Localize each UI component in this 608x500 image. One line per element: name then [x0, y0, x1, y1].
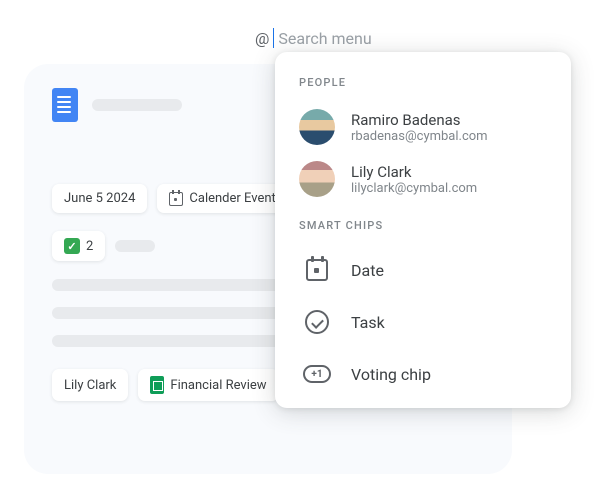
text-cursor [273, 28, 274, 48]
at-mention-input[interactable]: @ Search menu [255, 28, 372, 48]
date-chip-label: June 5 2024 [64, 191, 135, 206]
file-chip-label: Financial Review [170, 378, 266, 393]
google-docs-icon [52, 88, 78, 122]
people-item-lily[interactable]: Lily Clark lilyclark@cymbal.com [275, 153, 571, 205]
vote-chip[interactable]: ✓ 2 [52, 231, 105, 261]
title-skeleton [92, 99, 182, 111]
voting-chip-icon: +1 [299, 356, 335, 392]
smart-chips-section-label: SMART CHIPS [275, 205, 571, 244]
google-sheets-icon [150, 376, 164, 394]
task-icon [299, 304, 335, 340]
chip-label: Date [351, 261, 384, 280]
chip-label: Task [351, 313, 385, 332]
file-chip[interactable]: Financial Review [138, 369, 278, 401]
person-email: rbadenas@cymbal.com [351, 129, 488, 144]
calendar-event-chip[interactable]: Calender Event [157, 184, 287, 213]
person-name: Ramiro Badenas [351, 111, 488, 129]
skeleton-line [115, 240, 155, 252]
person-text: Lily Clark lilyclark@cymbal.com [351, 163, 477, 196]
checkmark-icon: ✓ [64, 238, 80, 254]
chip-label: Voting chip [351, 365, 431, 384]
person-chip[interactable]: Lily Clark [52, 369, 128, 401]
avatar [299, 161, 335, 197]
person-email: lilyclark@cymbal.com [351, 181, 477, 196]
smart-chip-voting[interactable]: +1 Voting chip [275, 348, 571, 400]
vote-count: 2 [86, 239, 93, 254]
person-text: Ramiro Badenas rbadenas@cymbal.com [351, 111, 488, 144]
person-chip-label: Lily Clark [64, 378, 116, 393]
date-chip[interactable]: June 5 2024 [52, 184, 147, 213]
calendar-chip-label: Calender Event [189, 191, 275, 206]
at-mention-menu: PEOPLE Ramiro Badenas rbadenas@cymbal.co… [275, 52, 571, 408]
people-item-ramiro[interactable]: Ramiro Badenas rbadenas@cymbal.com [275, 101, 571, 153]
person-name: Lily Clark [351, 163, 477, 181]
people-section-label: PEOPLE [275, 70, 571, 101]
avatar [299, 109, 335, 145]
calendar-icon [169, 192, 183, 206]
at-sign: @ [255, 29, 269, 48]
date-icon [299, 252, 335, 288]
smart-chip-task[interactable]: Task [275, 296, 571, 348]
search-placeholder: Search menu [278, 29, 371, 48]
smart-chip-date[interactable]: Date [275, 244, 571, 296]
